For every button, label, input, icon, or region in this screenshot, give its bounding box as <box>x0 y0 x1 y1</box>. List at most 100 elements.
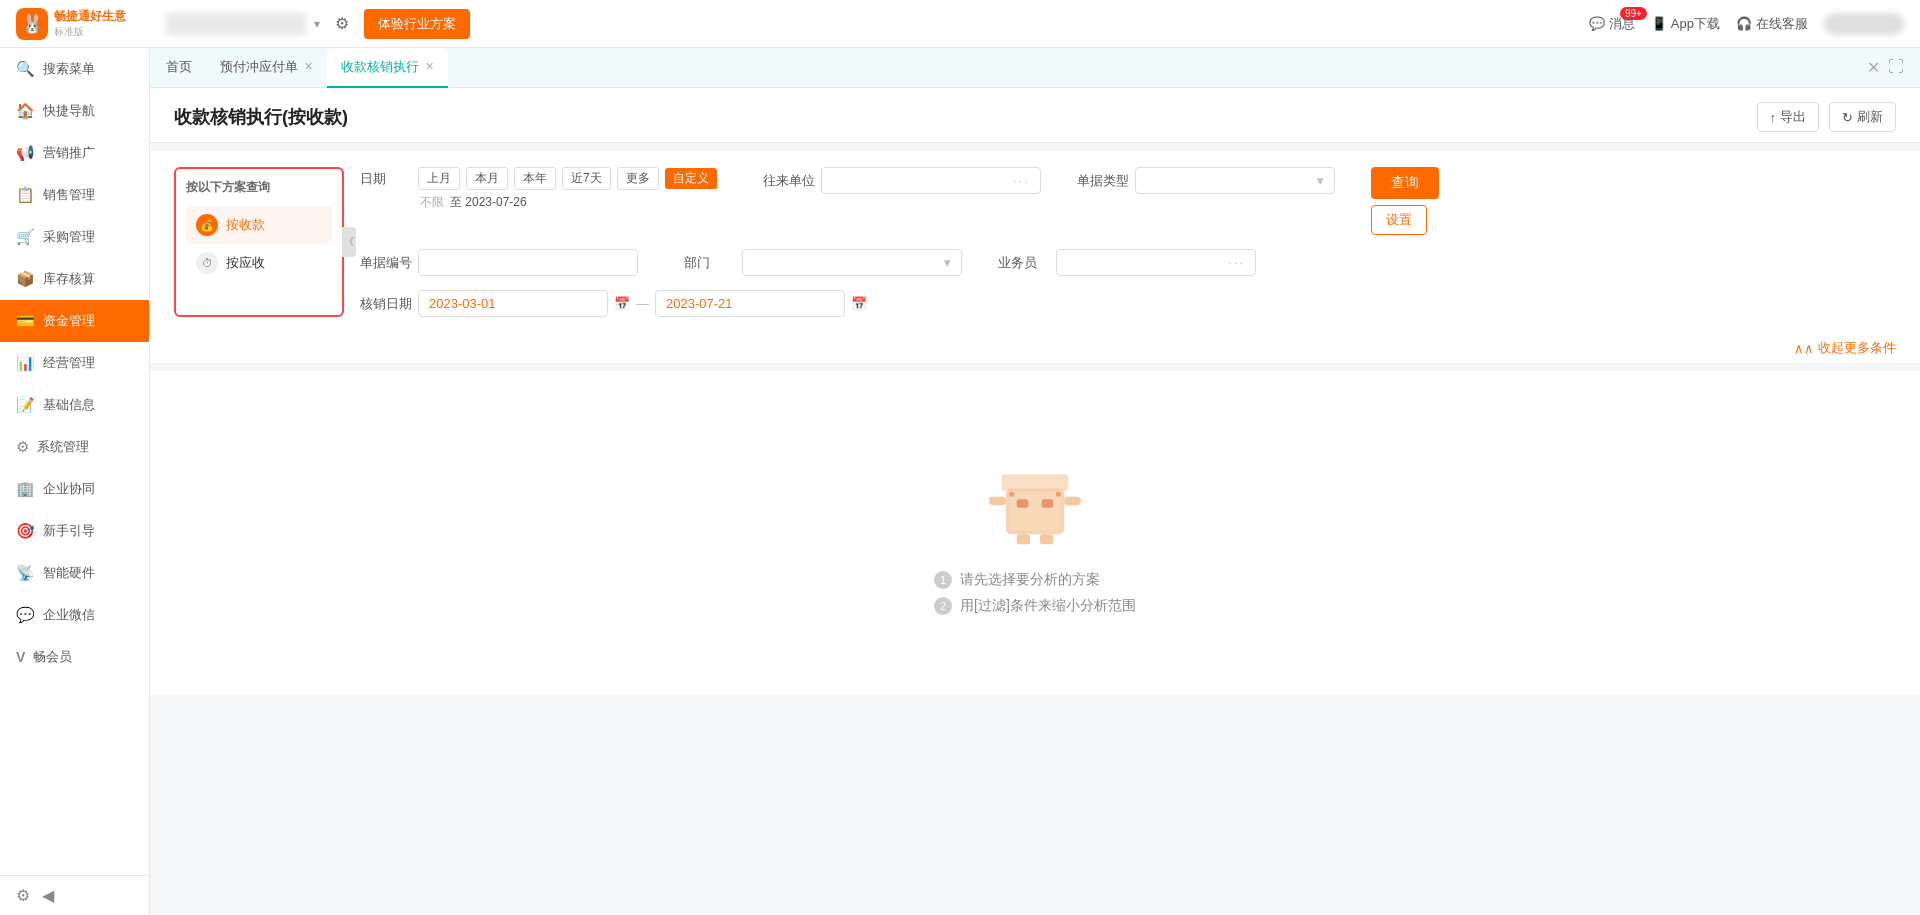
sidebar-settings-icon[interactable]: ⚙ <box>16 886 30 905</box>
settings-gear-icon[interactable]: ⚙ <box>328 10 356 38</box>
tab-expand-btn[interactable]: ⛶ <box>1888 58 1904 77</box>
svg-point-10 <box>1056 492 1061 497</box>
single-type-dropdown-icon: ▾ <box>1317 173 1324 188</box>
filter-fields: 日期 上月 本月 本年 近7天 更多 自定义 <box>360 167 1896 317</box>
sidebar-item-member[interactable]: V 畅会员 <box>0 636 149 678</box>
industry-button[interactable]: 体验行业方案 <box>364 9 470 39</box>
writeoff-end-input[interactable] <box>655 290 845 317</box>
svg-point-9 <box>1009 492 1014 497</box>
app-download-button[interactable]: 📱 App下载 <box>1651 15 1720 33</box>
sidebar-item-marketing[interactable]: 📢 营销推广 <box>0 132 149 174</box>
tab-close-prepaid[interactable]: ✕ <box>304 60 313 73</box>
sidebar-item-system[interactable]: ⚙ 系统管理 <box>0 426 149 468</box>
set-button[interactable]: 设置 <box>1371 205 1427 235</box>
home-icon: 🏠 <box>16 102 35 120</box>
top-bar: 🐰 畅捷通好生意 标准版 ▾ ⚙ 体验行业方案 💬 消息 99+ 📱 App下载… <box>0 0 1920 48</box>
sidebar-item-basic[interactable]: 📝 基础信息 <box>0 384 149 426</box>
date-last-month[interactable]: 上月 <box>418 167 460 190</box>
search-icon: 🔍 <box>16 60 35 78</box>
logo-subtitle: 标准版 <box>54 25 126 39</box>
hardware-icon: 📡 <box>16 564 35 582</box>
sidebar-item-hardware[interactable]: 📡 智能硬件 <box>0 552 149 594</box>
date-custom[interactable]: 自定义 <box>665 168 717 189</box>
staff-dots: ··· <box>1228 255 1245 270</box>
date-this-month[interactable]: 本月 <box>466 167 508 190</box>
logo-icon: 🐰 <box>16 8 48 40</box>
tab-writeoff[interactable]: 收款核销执行 ✕ <box>327 48 448 88</box>
page-actions: ↑ 导出 ↻ 刷新 <box>1757 102 1897 132</box>
empty-tips: 1 请先选择要分析的方案 2 用[过滤]条件来缩小分析范围 <box>934 571 1136 615</box>
panel-collapse-button[interactable]: 《 <box>342 227 356 257</box>
staff-label: 业务员 <box>998 254 1050 272</box>
empty-robot-illustration <box>985 451 1085 551</box>
counter-unit-select[interactable]: ··· <box>821 167 1041 194</box>
tab-prepaid[interactable]: 预付冲应付单 ✕ <box>206 48 327 88</box>
tab-close-btn[interactable]: ✕ <box>1867 58 1880 77</box>
staff-select[interactable]: ··· <box>1056 249 1256 276</box>
message-button[interactable]: 💬 消息 99+ <box>1589 15 1635 33</box>
svg-rect-8 <box>1002 474 1069 491</box>
query-button[interactable]: 查询 <box>1371 167 1439 199</box>
date-dash: — <box>636 296 649 311</box>
svg-rect-2 <box>1017 499 1029 507</box>
operation-icon: 📊 <box>16 354 35 372</box>
top-bar-right: 💬 消息 99+ 📱 App下载 🎧 在线客服 <box>1589 13 1904 35</box>
sidebar-item-search[interactable]: 🔍 搜索菜单 <box>0 48 149 90</box>
collapse-more-bar: ∧∧ 收起更多条件 <box>150 333 1920 363</box>
calendar-start-icon[interactable]: 📅 <box>614 296 630 311</box>
sidebar-item-purchase[interactable]: 🛒 采购管理 <box>0 216 149 258</box>
member-icon: V <box>16 649 25 665</box>
online-service-button[interactable]: 🎧 在线客服 <box>1736 15 1808 33</box>
tab-home[interactable]: 首页 <box>166 48 206 88</box>
filter-left-panel: 按以下方案查询 💰 按收款 ⏱ 按应收 《 <box>174 167 344 317</box>
user-avatar <box>1824 13 1904 35</box>
date-label: 日期 <box>360 170 412 188</box>
refresh-icon: ↻ <box>1842 110 1853 125</box>
dept-label: 部门 <box>684 254 736 272</box>
date-more[interactable]: 更多 <box>617 167 659 190</box>
single-type-label: 单据类型 <box>1077 172 1129 190</box>
top-bar-center: ▾ ⚙ 体验行业方案 <box>166 9 1589 39</box>
enterprise-icon: 🏢 <box>16 480 35 498</box>
sidebar-item-enterprise[interactable]: 🏢 企业协同 <box>0 468 149 510</box>
sidebar-collapse-icon[interactable]: ◀ <box>42 886 54 905</box>
empty-tip-2: 2 用[过滤]条件来缩小分析范围 <box>934 597 1136 615</box>
date-7days[interactable]: 近7天 <box>562 167 611 190</box>
tip-num-2: 2 <box>934 597 952 615</box>
refresh-button[interactable]: ↻ 刷新 <box>1829 102 1896 132</box>
filter-by-receivable[interactable]: ⏱ 按应收 <box>186 244 332 282</box>
sidebar-item-finance[interactable]: 💳 资金管理 <box>0 300 149 342</box>
sidebar-item-sales[interactable]: 📋 销售管理 <box>0 174 149 216</box>
logo: 🐰 畅捷通好生意 标准版 <box>16 8 166 40</box>
date-no-limit: 不限 <box>420 194 444 211</box>
page-header: 收款核销执行(按收款) ↑ 导出 ↻ 刷新 <box>150 88 1920 143</box>
sidebar-item-operation[interactable]: 📊 经营管理 <box>0 342 149 384</box>
headset-icon: 🎧 <box>1736 16 1752 31</box>
page-title: 收款核销执行(按收款) <box>174 105 348 129</box>
query-col: 查询 设置 <box>1371 167 1439 235</box>
writeoff-start-input[interactable] <box>418 290 608 317</box>
tab-close-writeoff[interactable]: ✕ <box>425 60 434 73</box>
sidebar-item-inventory[interactable]: 📦 库存核算 <box>0 258 149 300</box>
sidebar-item-wechat[interactable]: 💬 企业微信 <box>0 594 149 636</box>
calendar-end-icon[interactable]: 📅 <box>851 296 867 311</box>
receivable-icon: ⏱ <box>196 252 218 274</box>
single-type-select[interactable]: ▾ <box>1135 167 1335 194</box>
message-badge: 99+ <box>1620 7 1647 20</box>
inventory-icon: 📦 <box>16 270 35 288</box>
message-icon: 💬 <box>1589 16 1605 31</box>
tab-bar: 首页 预付冲应付单 ✕ 收款核销执行 ✕ ✕ ⛶ <box>150 48 1920 88</box>
dropdown-arrow-icon[interactable]: ▾ <box>314 17 320 31</box>
sidebar-item-nav[interactable]: 🏠 快捷导航 <box>0 90 149 132</box>
single-no-label: 单据编号 <box>360 254 412 272</box>
dept-select[interactable]: ▾ <box>742 249 962 276</box>
export-button[interactable]: ↑ 导出 <box>1757 102 1820 132</box>
single-no-input[interactable] <box>418 249 638 276</box>
purchase-icon: 🛒 <box>16 228 35 246</box>
date-this-year[interactable]: 本年 <box>514 167 556 190</box>
mobile-icon: 📱 <box>1651 16 1667 31</box>
sidebar-item-guide[interactable]: 🎯 新手引导 <box>0 510 149 552</box>
collapse-more-button[interactable]: ∧∧ 收起更多条件 <box>1794 339 1896 357</box>
marketing-icon: 📢 <box>16 144 35 162</box>
filter-by-receipt[interactable]: 💰 按收款 <box>186 206 332 244</box>
